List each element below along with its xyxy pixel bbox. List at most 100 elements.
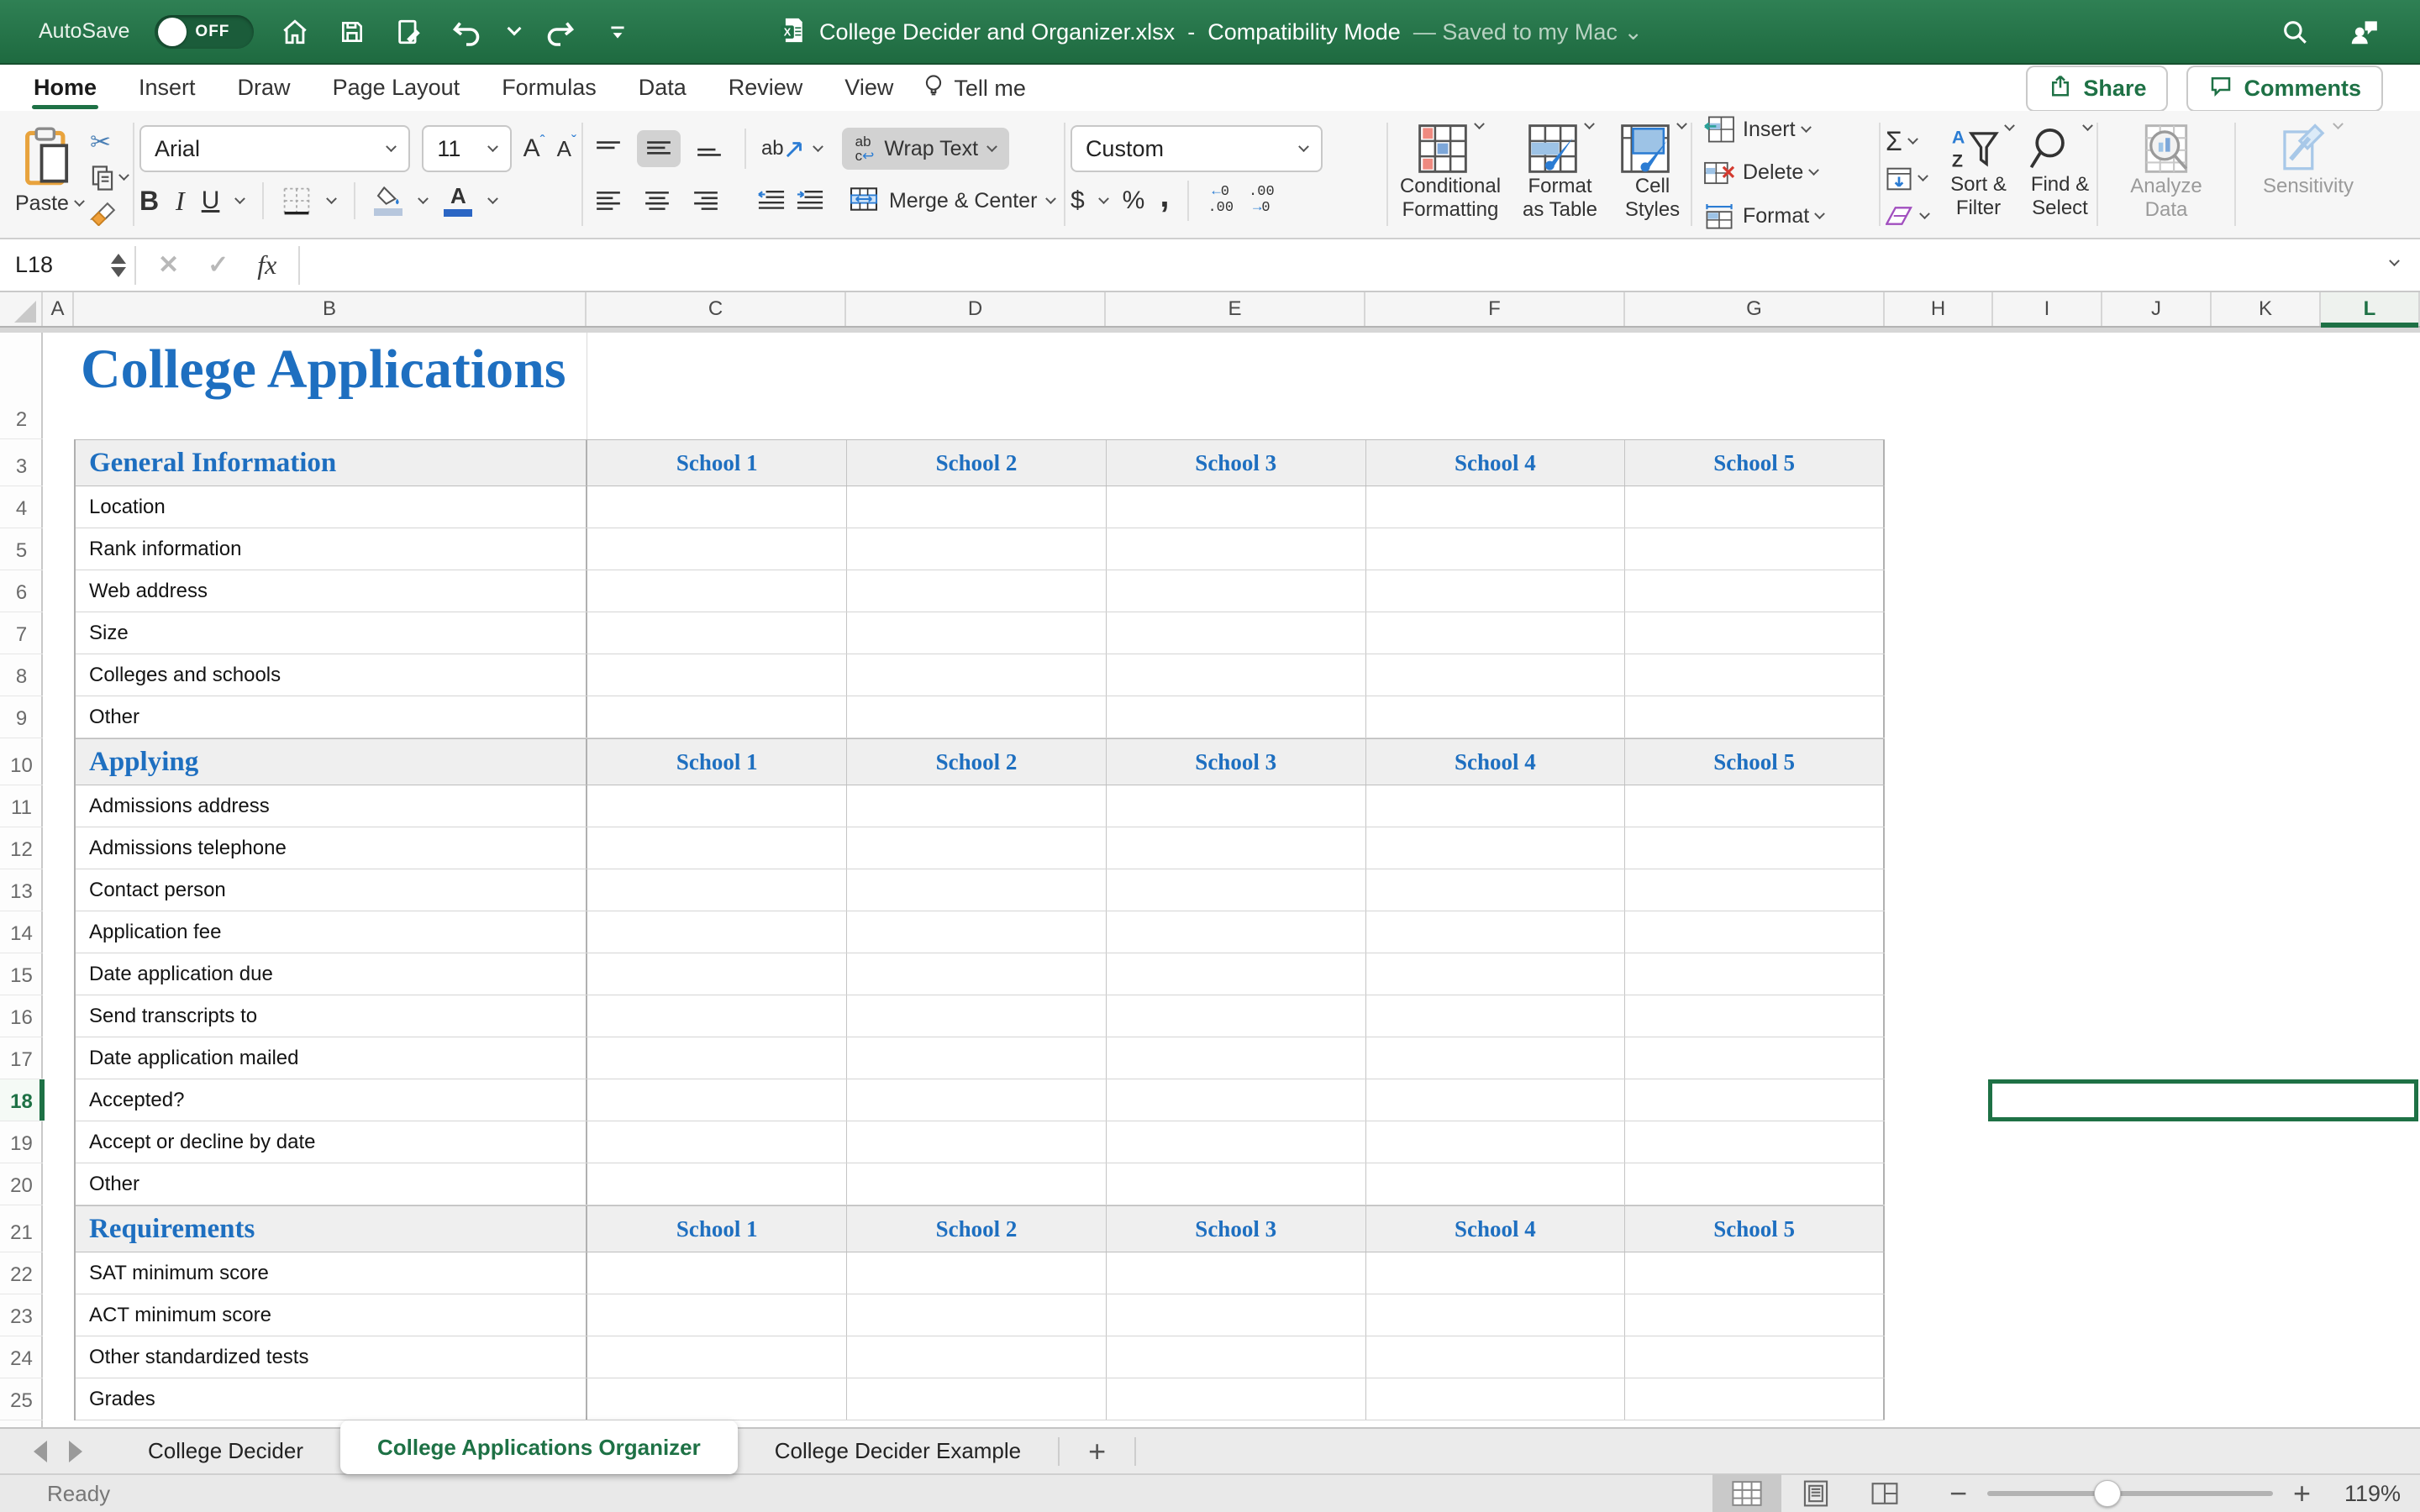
row-header-25[interactable]: 25 — [0, 1378, 43, 1420]
autosum-button[interactable]: Σ — [1886, 124, 1928, 158]
format-painter-button[interactable] — [90, 197, 128, 229]
school-header-5[interactable]: School 5 — [1625, 739, 1885, 785]
school-header-4[interactable]: School 4 — [1366, 440, 1626, 486]
empty-cell[interactable] — [1366, 785, 1626, 827]
empty-cell[interactable] — [587, 1294, 848, 1336]
tab-home[interactable]: Home — [17, 68, 113, 109]
empty-cell[interactable] — [587, 1336, 848, 1378]
align-center-button[interactable] — [637, 183, 677, 218]
zoom-level[interactable]: 119% — [2344, 1481, 2420, 1507]
column-header-L[interactable]: L — [2321, 292, 2420, 328]
empty-cell[interactable] — [1366, 1294, 1626, 1336]
fill-color-menu-chevron-icon[interactable] — [418, 192, 429, 204]
row-label-cell[interactable]: Other standardized tests — [76, 1336, 588, 1378]
italic-button[interactable]: I — [176, 186, 185, 217]
empty-cell[interactable] — [1107, 995, 1366, 1037]
paste-menu-chevron-icon[interactable] — [74, 196, 85, 207]
empty-cell[interactable] — [1107, 654, 1366, 696]
empty-cell[interactable] — [847, 785, 1107, 827]
school-header-3[interactable]: School 3 — [1107, 739, 1366, 785]
empty-cell[interactable] — [1107, 827, 1366, 869]
tab-review[interactable]: Review — [712, 68, 820, 109]
copy-button[interactable] — [90, 162, 129, 194]
row-label-cell[interactable]: Size — [76, 612, 588, 654]
empty-cell[interactable] — [847, 1378, 1107, 1420]
row-header-9[interactable]: 9 — [0, 696, 43, 738]
section-title[interactable]: General Information — [76, 440, 588, 486]
fill-color-button[interactable] — [374, 186, 403, 216]
delete-cells-button[interactable]: Delete — [1702, 156, 1874, 190]
empty-cell[interactable] — [847, 953, 1107, 995]
empty-cell[interactable] — [1107, 1252, 1366, 1294]
empty-cell[interactable] — [1625, 1294, 1885, 1336]
empty-cell[interactable] — [1366, 1163, 1626, 1205]
school-header-3[interactable]: School 3 — [1107, 440, 1366, 486]
empty-cell[interactable] — [587, 911, 848, 953]
empty-cell[interactable] — [1107, 570, 1366, 612]
empty-cell[interactable] — [1625, 869, 1885, 911]
empty-cell[interactable] — [847, 995, 1107, 1037]
row-label-cell[interactable]: Colleges and schools — [76, 654, 588, 696]
orientation-menu-chevron-icon[interactable] — [812, 140, 823, 152]
empty-cell[interactable] — [847, 869, 1107, 911]
print-icon[interactable] — [393, 16, 425, 48]
row-header-12[interactable]: 12 — [0, 827, 43, 869]
row-header-16[interactable]: 16 — [0, 995, 43, 1037]
tab-insert[interactable]: Insert — [122, 68, 213, 109]
empty-cell[interactable] — [1107, 1121, 1366, 1163]
empty-cell[interactable] — [1366, 1079, 1626, 1121]
row-header-18[interactable]: 18 — [0, 1079, 45, 1121]
empty-cell[interactable] — [587, 486, 848, 528]
school-header-1[interactable]: School 1 — [587, 739, 848, 785]
column-header-E[interactable]: E — [1106, 292, 1365, 326]
name-box-stepper[interactable] — [111, 253, 134, 277]
empty-cell[interactable] — [587, 1037, 848, 1079]
formula-input[interactable] — [300, 239, 2420, 291]
row-header-11[interactable]: 11 — [0, 785, 43, 827]
sort-filter-chevron-icon[interactable] — [2004, 120, 2015, 132]
insert-function-icon[interactable]: fx — [257, 249, 276, 281]
select-all-corner[interactable] — [0, 292, 43, 326]
empty-cell[interactable] — [1107, 486, 1366, 528]
increase-decimal-button[interactable]: ←0.00 — [1207, 184, 1234, 216]
column-header-I[interactable]: I — [1993, 292, 2102, 326]
empty-cell[interactable] — [847, 827, 1107, 869]
empty-cell[interactable] — [587, 696, 848, 738]
row-header-4[interactable]: 4 — [0, 486, 43, 528]
empty-cell[interactable] — [1107, 1378, 1366, 1420]
column-header-J[interactable]: J — [2102, 292, 2212, 326]
font-color-button[interactable]: A — [444, 185, 473, 217]
fill-menu-chevron-icon[interactable] — [1918, 171, 1928, 182]
row-label-cell[interactable]: Accept or decline by date — [76, 1121, 588, 1163]
column-header-D[interactable]: D — [846, 292, 1106, 326]
school-header-2[interactable]: School 2 — [847, 1206, 1107, 1252]
enter-icon[interactable]: ✓ — [208, 250, 229, 280]
empty-cell[interactable] — [1625, 1336, 1885, 1378]
next-sheet-arrow-icon[interactable] — [69, 1440, 82, 1462]
empty-cell[interactable] — [1366, 1378, 1626, 1420]
empty-cell[interactable] — [1107, 696, 1366, 738]
row-label-cell[interactable]: Grades — [76, 1378, 588, 1420]
align-bottom-button[interactable] — [689, 133, 729, 165]
page-layout-view-button[interactable] — [1781, 1474, 1850, 1512]
selected-cell-L18[interactable] — [1988, 1079, 2418, 1121]
insert-cells-button[interactable]: Insert — [1702, 113, 1874, 146]
school-header-5[interactable]: School 5 — [1625, 1206, 1885, 1252]
column-header-A[interactable]: A — [43, 292, 74, 326]
conditional-formatting-button[interactable]: Conditional Formatting — [1400, 118, 1501, 238]
tab-draw[interactable]: Draw — [221, 68, 308, 109]
empty-cell[interactable] — [1625, 1252, 1885, 1294]
align-top-button[interactable] — [588, 133, 629, 165]
empty-cell[interactable] — [1366, 612, 1626, 654]
quick-access-menu-icon[interactable] — [602, 16, 634, 48]
row-label-cell[interactable]: Other — [76, 1163, 588, 1205]
currency-menu-chevron-icon[interactable] — [1097, 192, 1109, 204]
empty-cell[interactable] — [847, 1294, 1107, 1336]
school-header-4[interactable]: School 4 — [1366, 1206, 1626, 1252]
empty-cell[interactable] — [1625, 995, 1885, 1037]
empty-cell[interactable] — [847, 570, 1107, 612]
tell-me[interactable]: Tell me — [910, 73, 1026, 104]
comma-format-button[interactable]: , — [1160, 177, 1169, 215]
share-button[interactable]: Share — [2026, 66, 2169, 112]
empty-cell[interactable] — [1107, 869, 1366, 911]
